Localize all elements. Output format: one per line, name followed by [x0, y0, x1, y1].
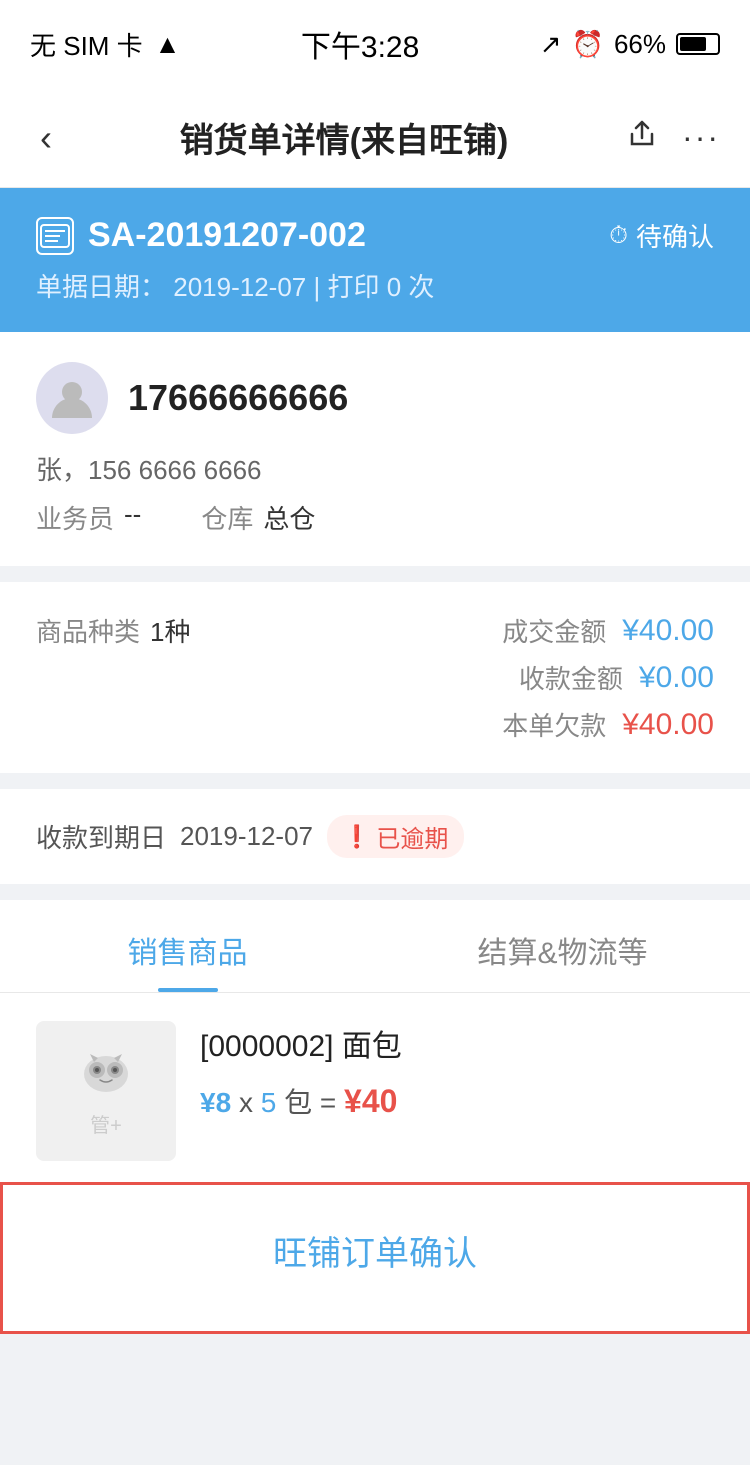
tab-settlement-logistics-label: 结算&物流等 [477, 937, 647, 970]
warehouse-item: 仓库 总仓 [201, 499, 315, 536]
tabs-row: 销售商品 结算&物流等 [0, 900, 750, 993]
received-amount-item: 收款金额 ¥0.00 [502, 659, 714, 696]
salesperson-item: 业务员 -- [36, 499, 141, 536]
debt-amount-item: 本单欠款 ¥40.00 [502, 706, 714, 743]
product-price-row: ¥8 x 5 包 = ¥40 [200, 1081, 714, 1121]
status-bar-time: 下午3:28 [301, 22, 419, 66]
order-icon [36, 217, 74, 255]
order-status: ⏱ 待确认 [609, 217, 714, 254]
battery-text: 66% [614, 29, 666, 60]
warehouse-label: 仓库 [201, 499, 253, 536]
location-icon: ↗ [540, 29, 562, 60]
status-bar-right: ↗ ⏰ 66% [540, 29, 720, 60]
tab-settlement-logistics[interactable]: 结算&物流等 [375, 900, 750, 992]
overdue-text: 已逾期 [376, 819, 448, 854]
product-equals: = [320, 1087, 344, 1118]
customer-phone: 17666666666 [128, 377, 348, 419]
summary-section: 商品种类 1种 成交金额 ¥40.00 收款金额 ¥0.00 本单欠款 ¥40.… [0, 582, 750, 773]
deal-amount-label: 成交金额 [502, 612, 606, 649]
product-name: [0000002] 面包 [200, 1021, 714, 1065]
order-header-card: SA-20191207-002 ⏱ 待确认 单据日期： 2019-12-07 |… [0, 188, 750, 332]
print-count: 0 [387, 272, 401, 302]
status-bar: 无 SIM 卡 ▲ 下午3:28 ↗ ⏰ 66% [0, 0, 750, 88]
avatar [36, 362, 108, 434]
product-title: 面包 [342, 1030, 402, 1063]
customer-name: 张，156 6666 6666 [36, 450, 714, 487]
product-unit: 包 [284, 1087, 312, 1118]
confirm-button-wrap: 旺铺订单确认 [0, 1182, 750, 1334]
customer-section: 17666666666 张，156 6666 6666 业务员 -- 仓库 总仓 [0, 332, 750, 566]
warehouse-value: 总仓 [263, 499, 315, 536]
overdue-icon: ❗ [343, 824, 370, 850]
share-icon[interactable] [626, 118, 658, 158]
print-suffix: 次 [408, 272, 434, 302]
tab-sales-products-label: 销售商品 [128, 937, 248, 970]
order-number: SA-20191207-002 [88, 216, 366, 255]
wifi-icon: ▲ [155, 29, 181, 60]
product-info: [0000002] 面包 ¥8 x 5 包 = ¥40 [200, 1021, 714, 1121]
product-type-value: 1种 [150, 612, 190, 649]
product-thumb-text: 管+ [90, 1109, 122, 1138]
deal-amount-item: 成交金额 ¥40.00 [502, 612, 714, 649]
tabs-section: 销售商品 结算&物流等 [0, 900, 750, 1189]
overdue-badge: ❗ 已逾期 [327, 815, 464, 858]
product-cross: x [239, 1087, 261, 1118]
product-logo-icon [76, 1044, 136, 1105]
tab-sales-products[interactable]: 销售商品 [0, 900, 375, 992]
received-label: 收款金额 [519, 659, 623, 696]
deal-amount-value: ¥40.00 [622, 614, 714, 648]
due-date-label: 收款到期日 [36, 818, 166, 855]
nav-bar: ‹ 销货单详情(来自旺铺) ··· [0, 88, 750, 188]
product-type-label: 商品种类 [36, 612, 140, 649]
order-date-value: 2019-12-07 [173, 272, 306, 302]
due-date-value: 2019-12-07 [180, 821, 313, 852]
product-type-item: 商品种类 1种 [36, 612, 190, 649]
status-clock-icon: ⏱ [609, 222, 628, 250]
product-unit-price: ¥8 [200, 1087, 231, 1118]
status-text: 待确认 [636, 217, 714, 254]
more-icon[interactable]: ··· [682, 119, 720, 156]
salesperson-label: 业务员 [36, 499, 114, 536]
debt-value: ¥40.00 [622, 708, 714, 742]
due-date-section: 收款到期日 2019-12-07 ❗ 已逾期 [0, 789, 750, 884]
product-total: ¥40 [344, 1083, 397, 1119]
alarm-icon: ⏰ [572, 29, 604, 60]
summary-left: 商品种类 1种 [36, 612, 190, 649]
carrier-text: 无 SIM 卡 [30, 26, 143, 63]
print-label: | 打印 [313, 272, 379, 302]
back-button[interactable]: ‹ [30, 107, 62, 169]
summary-right: 成交金额 ¥40.00 收款金额 ¥0.00 本单欠款 ¥40.00 [502, 612, 714, 743]
page-title: 销货单详情(来自旺铺) [180, 113, 509, 162]
product-thumbnail: 管+ [36, 1021, 176, 1161]
battery-icon [676, 33, 720, 55]
product-qty: 5 [261, 1087, 277, 1118]
nav-right-actions: ··· [626, 118, 720, 158]
product-code: [0000002] [200, 1030, 333, 1063]
debt-label: 本单欠款 [502, 706, 606, 743]
received-value: ¥0.00 [639, 661, 714, 695]
salesperson-value: -- [124, 499, 141, 536]
customer-meta: 业务员 -- 仓库 总仓 [36, 499, 714, 536]
product-row: 管+ [0000002] 面包 ¥8 x 5 包 = ¥40 [0, 993, 750, 1189]
order-id: SA-20191207-002 [36, 216, 366, 255]
order-date-row: 单据日期： 2019-12-07 | 打印 0 次 [36, 267, 714, 304]
confirm-order-button[interactable]: 旺铺订单确认 [39, 1205, 711, 1295]
status-bar-left: 无 SIM 卡 ▲ [30, 26, 180, 63]
date-label: 单据日期： [36, 272, 166, 302]
